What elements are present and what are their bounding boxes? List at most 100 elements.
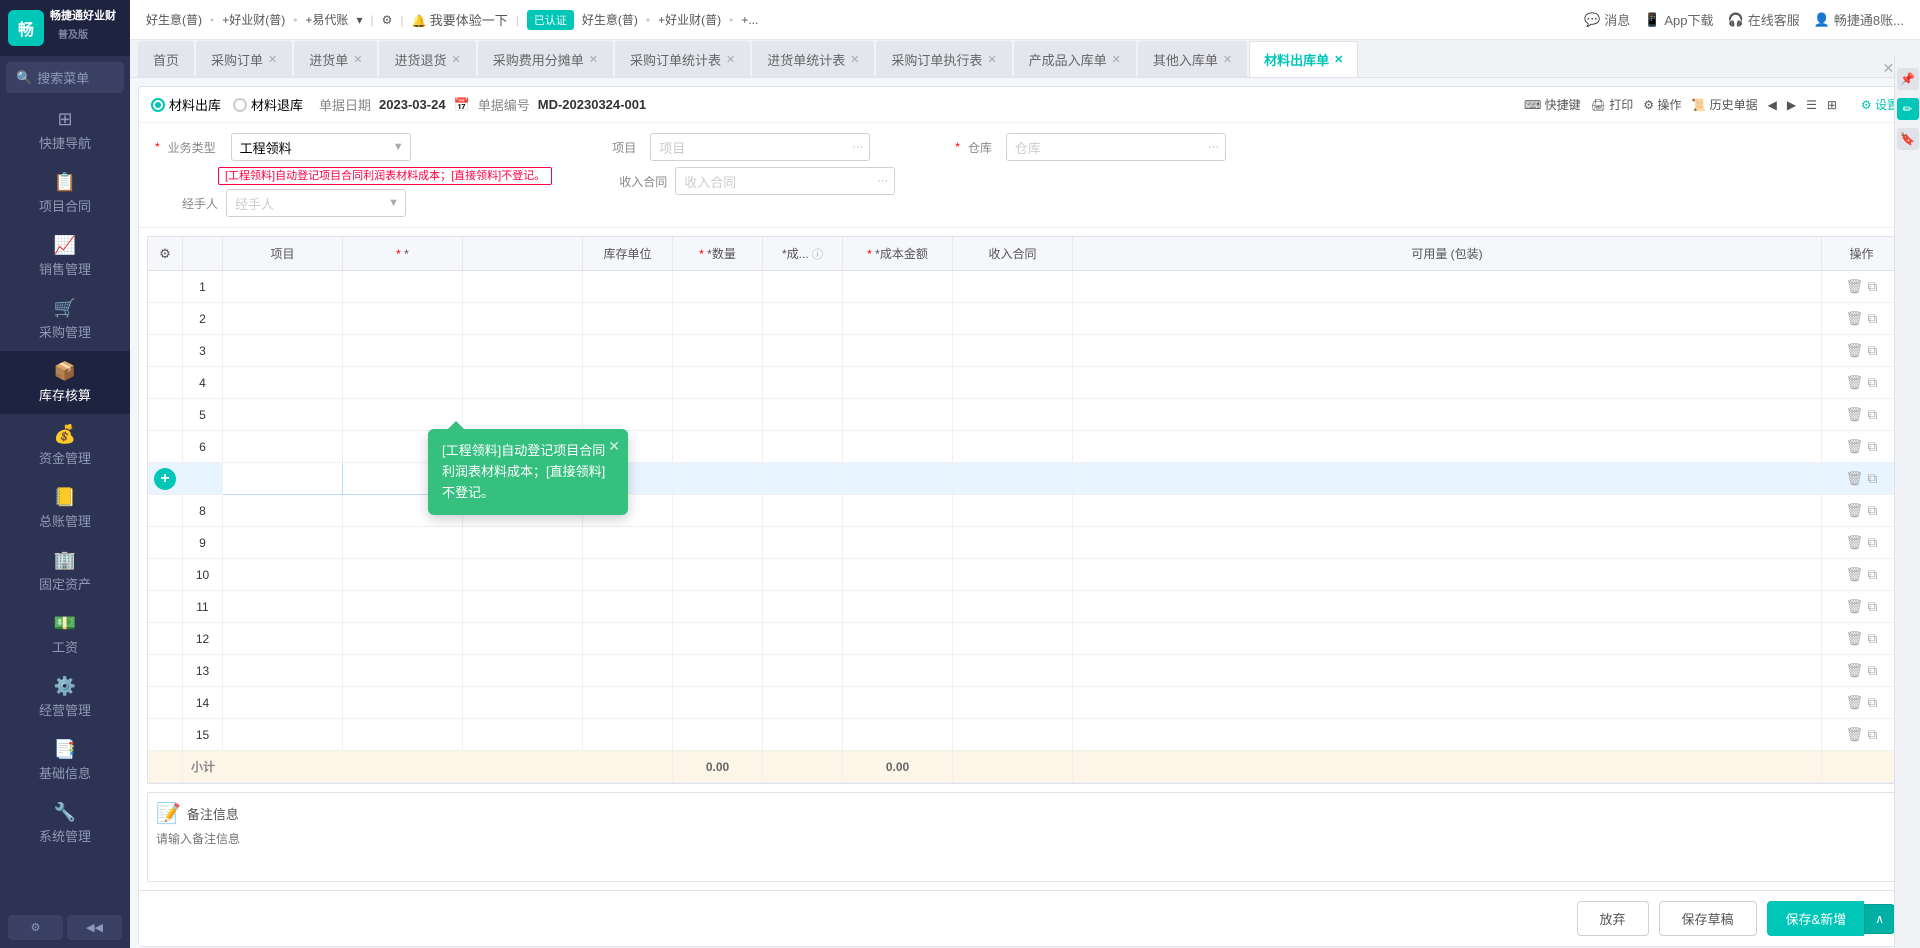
- sidebar-item-system-mgmt[interactable]: 🔧 系统管理: [0, 792, 130, 855]
- cell-material[interactable]: [343, 367, 463, 399]
- sidebar-item-project-contract[interactable]: 📋 项目合同: [0, 162, 130, 225]
- copy-row-btn[interactable]: ⧉: [1867, 502, 1877, 519]
- business-type-input[interactable]: 工程领料 ▼: [231, 133, 411, 161]
- cell-cost-amount[interactable]: [843, 527, 953, 559]
- copy-row-btn[interactable]: ⧉: [1867, 726, 1877, 743]
- settings-button[interactable]: ⚙: [8, 915, 63, 940]
- cell-name[interactable]: [463, 271, 583, 303]
- cell-unit[interactable]: [583, 559, 673, 591]
- delete-row-btn[interactable]: 🗑: [1846, 502, 1864, 519]
- save-new-arrow-btn[interactable]: ∧: [1864, 904, 1895, 934]
- tab-close-icon[interactable]: ✕: [452, 53, 461, 66]
- copy-row-btn[interactable]: ⧉: [1867, 694, 1877, 711]
- save-new-main-btn[interactable]: 保存&新增: [1767, 901, 1865, 936]
- tab-purchase-expense[interactable]: 采购费用分摊单 ✕: [478, 41, 613, 77]
- tab-close-icon[interactable]: ✕: [353, 53, 362, 66]
- cell-quantity[interactable]: [673, 335, 763, 367]
- cell-quantity[interactable]: [673, 495, 763, 527]
- tab-close-icon[interactable]: ✕: [1334, 53, 1343, 66]
- nav-prev-btn[interactable]: ◀: [1768, 96, 1777, 113]
- cell-name[interactable]: [463, 559, 583, 591]
- cell-cost-type[interactable]: [763, 527, 843, 559]
- cell-cost-type[interactable]: [763, 271, 843, 303]
- cell-cost-amount[interactable]: [843, 623, 953, 655]
- cell-material[interactable]: [343, 559, 463, 591]
- cell-quantity[interactable]: [673, 591, 763, 623]
- collapse-button[interactable]: ◀◀: [67, 915, 122, 940]
- tab-purchase-order[interactable]: 采购订单 ✕: [196, 41, 292, 77]
- cell-active-input1[interactable]: [223, 463, 343, 495]
- tab-home[interactable]: 首页: [138, 41, 194, 77]
- delete-row-btn[interactable]: 🗑: [1846, 566, 1864, 583]
- cell-cost-type[interactable]: [763, 399, 843, 431]
- cell-unit[interactable]: [583, 335, 673, 367]
- cell-income-contract[interactable]: [953, 399, 1073, 431]
- cell-add[interactable]: +: [148, 463, 183, 495]
- cell-cost-type[interactable]: [763, 495, 843, 527]
- settings-icon[interactable]: ⚙: [382, 13, 393, 27]
- cell-cost-amount[interactable]: [843, 559, 953, 591]
- cell-project[interactable]: [223, 623, 343, 655]
- cell-unit[interactable]: [583, 367, 673, 399]
- cell-unit[interactable]: [583, 591, 673, 623]
- copy-row-btn[interactable]: ⧉: [1867, 598, 1877, 615]
- note-input[interactable]: [156, 830, 1894, 870]
- cell-quantity[interactable]: [673, 559, 763, 591]
- tab-close-all[interactable]: ✕: [1883, 60, 1895, 77]
- cell-quantity[interactable]: [673, 527, 763, 559]
- cell-quantity[interactable]: [673, 623, 763, 655]
- cell-quantity[interactable]: [673, 367, 763, 399]
- cell-name[interactable]: [463, 591, 583, 623]
- cell-cost-type[interactable]: [763, 367, 843, 399]
- radio-material-out[interactable]: 材料出库: [151, 95, 221, 114]
- cell-quantity[interactable]: [673, 687, 763, 719]
- sidebar-item-inventory-calc[interactable]: 📦 库存核算: [0, 351, 130, 414]
- cell-active-5[interactable]: [673, 463, 763, 495]
- cell-name[interactable]: [463, 527, 583, 559]
- delete-row-btn[interactable]: 🗑: [1846, 374, 1864, 391]
- cell-project[interactable]: [223, 303, 343, 335]
- delete-row-btn[interactable]: 🗑: [1846, 726, 1864, 743]
- tab-close-icon[interactable]: ✕: [268, 53, 277, 66]
- cell-cost-amount[interactable]: [843, 655, 953, 687]
- search-menu[interactable]: 🔍 搜索菜单: [6, 62, 124, 93]
- cell-cost-amount[interactable]: [843, 367, 953, 399]
- delete-row-btn[interactable]: 🗑: [1846, 470, 1864, 487]
- tab-product-inbound[interactable]: 产成品入库单 ✕: [1014, 41, 1136, 77]
- delete-row-btn[interactable]: 🗑: [1846, 694, 1864, 711]
- cell-income-contract[interactable]: [953, 495, 1073, 527]
- print-btn[interactable]: 🖨 打印: [1591, 96, 1634, 113]
- delete-row-btn[interactable]: 🗑: [1846, 662, 1864, 679]
- cell-project[interactable]: [223, 559, 343, 591]
- radio-material-return[interactable]: 材料退库: [233, 95, 303, 114]
- sidebar-item-fixed-assets[interactable]: 🏢 固定资产: [0, 540, 130, 603]
- tab-close-icon[interactable]: ✕: [1112, 53, 1121, 66]
- cell-cost-amount[interactable]: [843, 431, 953, 463]
- cell-cost-amount[interactable]: [843, 495, 953, 527]
- cell-cost-type[interactable]: [763, 719, 843, 751]
- delete-row-btn[interactable]: 🗑: [1846, 438, 1864, 455]
- cell-project[interactable]: [223, 367, 343, 399]
- cell-quantity[interactable]: [673, 271, 763, 303]
- right-panel-btn1[interactable]: 📌: [1897, 68, 1919, 90]
- copy-row-btn[interactable]: ⧉: [1867, 438, 1877, 455]
- cell-quantity[interactable]: [673, 655, 763, 687]
- shortcut-btn[interactable]: ⌨ 快捷键: [1524, 96, 1581, 113]
- cell-material[interactable]: [343, 527, 463, 559]
- cell-income-contract[interactable]: [953, 719, 1073, 751]
- delete-row-btn[interactable]: 🗑: [1846, 598, 1864, 615]
- cell-cost-type[interactable]: [763, 687, 843, 719]
- online-service-btn[interactable]: 🎧 在线客服: [1728, 10, 1800, 29]
- cell-income-contract[interactable]: [953, 623, 1073, 655]
- sidebar-item-accounting-mgmt[interactable]: 📒 总账管理: [0, 477, 130, 540]
- nav-next-btn[interactable]: ▶: [1787, 96, 1796, 113]
- th-settings[interactable]: ⚙: [148, 237, 183, 271]
- cell-cost-type[interactable]: [763, 559, 843, 591]
- copy-row-btn[interactable]: ⧉: [1867, 342, 1877, 359]
- save-draft-button[interactable]: 保存草稿: [1659, 901, 1757, 936]
- topbar-more-dropdown[interactable]: ▾: [356, 13, 362, 27]
- copy-row-btn[interactable]: ⧉: [1867, 662, 1877, 679]
- cell-cost-amount[interactable]: [843, 719, 953, 751]
- cell-cost-type[interactable]: [763, 591, 843, 623]
- operation-btn[interactable]: ⚙ 操作: [1643, 96, 1681, 113]
